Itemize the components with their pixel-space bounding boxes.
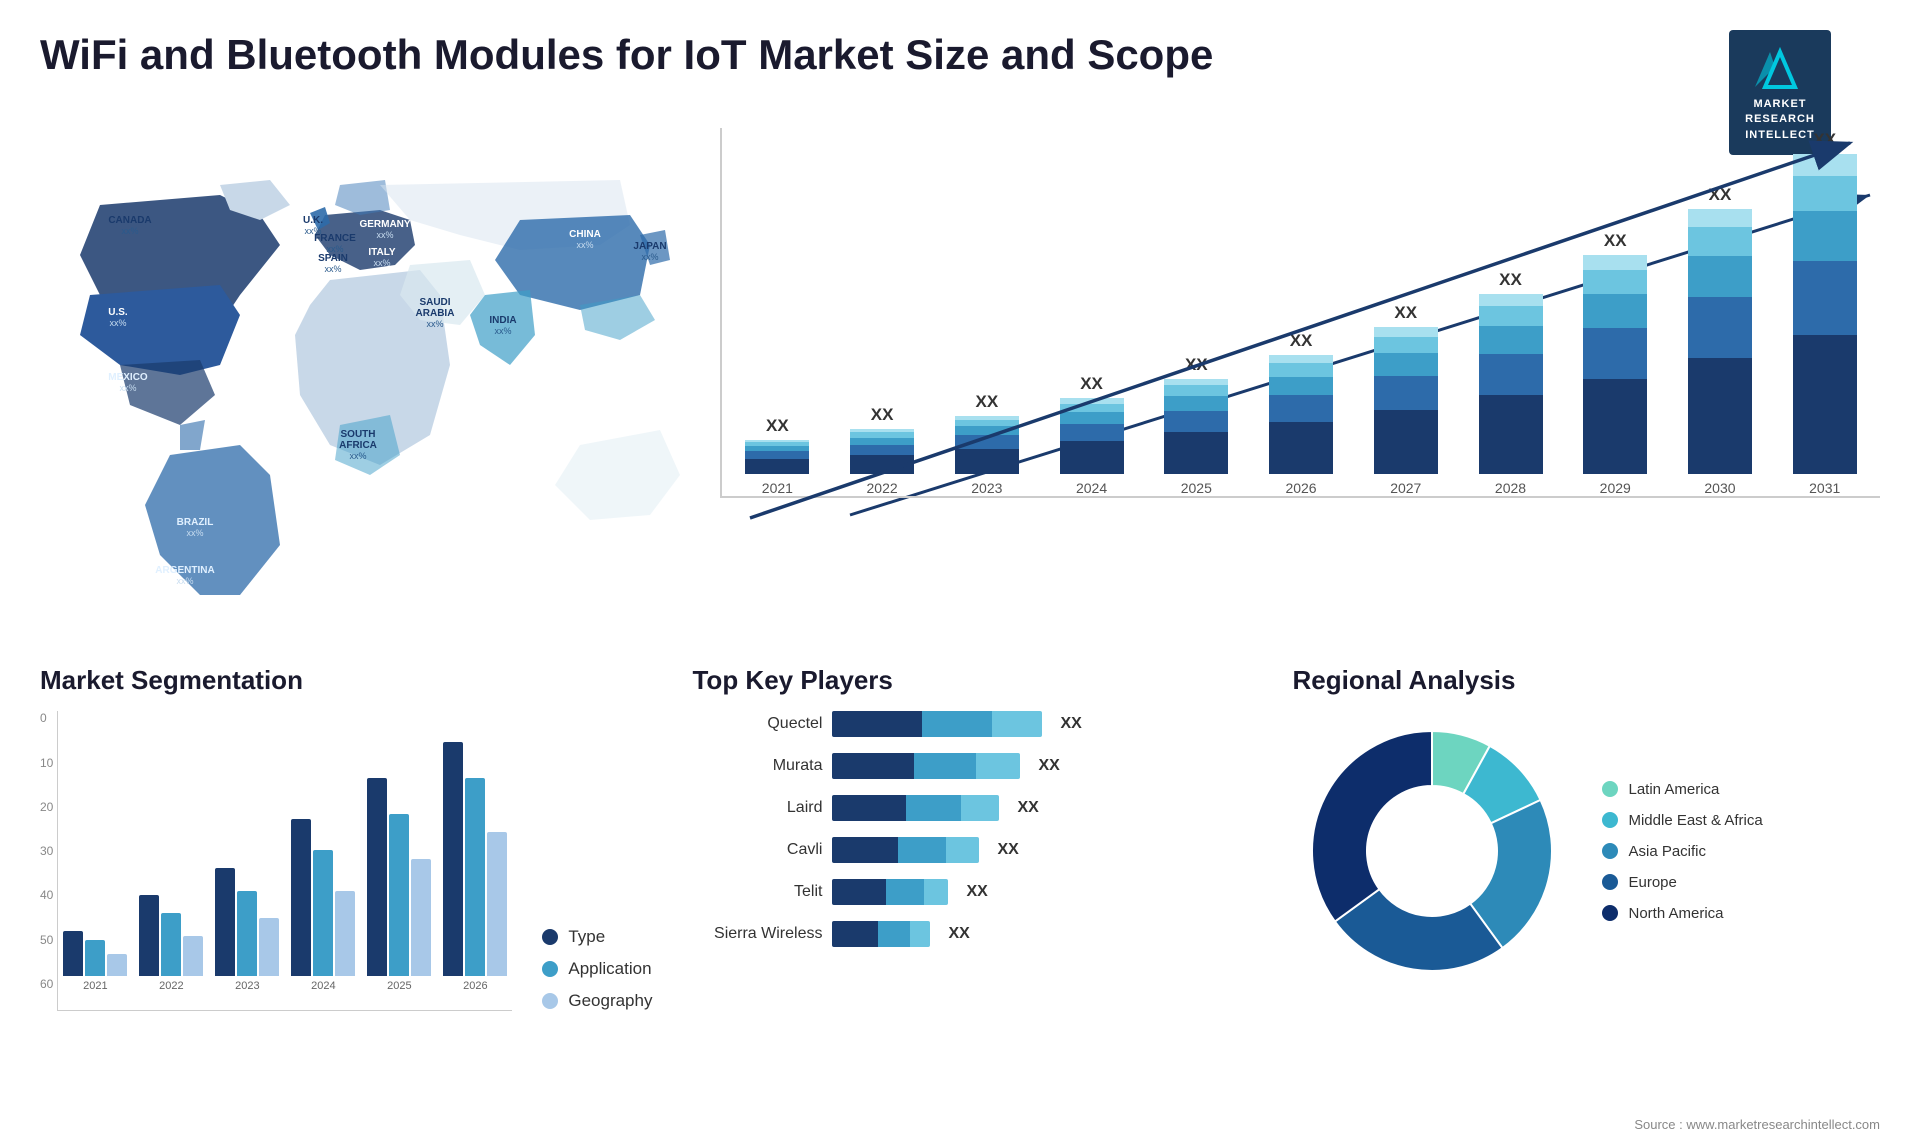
svg-text:xx%: xx% [121,226,138,236]
svg-text:ARABIA: ARABIA [416,308,455,319]
seg-bars: 202120222023202420252026 [57,711,512,1011]
player-row: QuectelXX [692,711,1252,737]
svg-text:xx%: xx% [324,264,341,274]
seg-group: 2021 [63,931,127,992]
regional-section: Regional Analysis Latin America Middle Ea… [1292,665,1880,1065]
growth-chart-section [740,165,1880,645]
legend-item: Application [542,959,652,979]
player-row: TelitXX [692,879,1252,905]
player-row: MurataXX [692,753,1252,779]
svg-text:JAPAN: JAPAN [633,241,666,252]
source-text: Source : www.marketresearchintellect.com [1634,1117,1880,1132]
svg-text:MEXICO: MEXICO [108,372,148,383]
svg-text:BRAZIL: BRAZIL [177,517,214,528]
svg-text:AFRICA: AFRICA [339,440,377,451]
seg-group: 2022 [139,895,203,992]
svg-text:U.K.: U.K. [303,215,323,226]
svg-text:xx%: xx% [576,240,593,250]
svg-text:CANADA: CANADA [108,215,151,226]
page-title: WiFi and Bluetooth Modules for IoT Marke… [40,30,1213,80]
player-row: CavliXX [692,837,1252,863]
regional-legend-item: Asia Pacific [1602,843,1762,860]
svg-text:xx%: xx% [373,258,390,268]
svg-text:xx%: xx% [426,319,443,329]
regional-legend-item: Latin America [1602,781,1762,798]
svg-text:xx%: xx% [186,528,203,538]
svg-text:SPAIN: SPAIN [318,253,348,264]
top-content: CANADA xx% U.S. xx% MEXICO xx% BRAZIL xx… [0,165,1920,645]
regional-legend: Latin America Middle East & Africa Asia Pa… [1602,781,1762,922]
segmentation-title: Market Segmentation [40,665,652,696]
regional-legend-item: Middle East & Africa [1602,812,1762,829]
donut-chart [1292,711,1572,991]
svg-text:FRANCE: FRANCE [314,233,356,244]
players-title: Top Key Players [692,665,1252,696]
donut-area: Latin America Middle East & Africa Asia Pa… [1292,711,1880,991]
y-axis: 6050403020100 [40,711,53,1011]
logo-icon [1750,42,1810,92]
seg-chart-area: 6050403020100 202120222023202420252026 T… [40,711,652,1011]
svg-text:xx%: xx% [176,576,193,586]
segmentation-section: Market Segmentation 6050403020100 202120… [40,665,652,1065]
legend-item: Geography [542,991,652,1011]
svg-text:xx%: xx% [119,383,136,393]
regional-legend-item: North America [1602,905,1762,922]
svg-text:xx%: xx% [109,318,126,328]
svg-text:xx%: xx% [349,451,366,461]
players-section: Top Key Players QuectelXX MurataXX LairdXX… [692,665,1252,1065]
svg-text:CHINA: CHINA [569,229,601,240]
svg-text:SAUDI: SAUDI [419,297,450,308]
world-map: CANADA xx% U.S. xx% MEXICO xx% BRAZIL xx… [40,165,720,625]
bottom-area: Market Segmentation 6050403020100 202120… [0,645,1920,1075]
svg-text:xx%: xx% [494,326,511,336]
seg-group: 2024 [291,819,355,993]
svg-text:xx%: xx% [641,252,658,262]
map-section: CANADA xx% U.S. xx% MEXICO xx% BRAZIL xx… [40,165,720,645]
svg-text:INDIA: INDIA [489,315,516,326]
seg-legend: Type Application Geography [542,927,652,1011]
svg-text:ARGENTINA: ARGENTINA [155,565,214,576]
svg-text:SOUTH: SOUTH [341,429,376,440]
regional-legend-item: Europe [1602,874,1762,891]
seg-group: 2023 [215,868,279,992]
regional-title: Regional Analysis [1292,665,1880,696]
seg-group: 2026 [443,742,507,992]
player-row: LairdXX [692,795,1252,821]
svg-text:ITALY: ITALY [368,247,396,258]
legend-item: Type [542,927,652,947]
svg-text:xx%: xx% [376,230,393,240]
seg-group: 2025 [367,778,431,992]
svg-text:U.S.: U.S. [108,307,128,318]
player-row: Sierra WirelessXX [692,921,1252,947]
players-list: QuectelXX MurataXX LairdXX CavliXX TelitXX Si… [692,711,1252,947]
svg-text:GERMANY: GERMANY [359,219,410,230]
